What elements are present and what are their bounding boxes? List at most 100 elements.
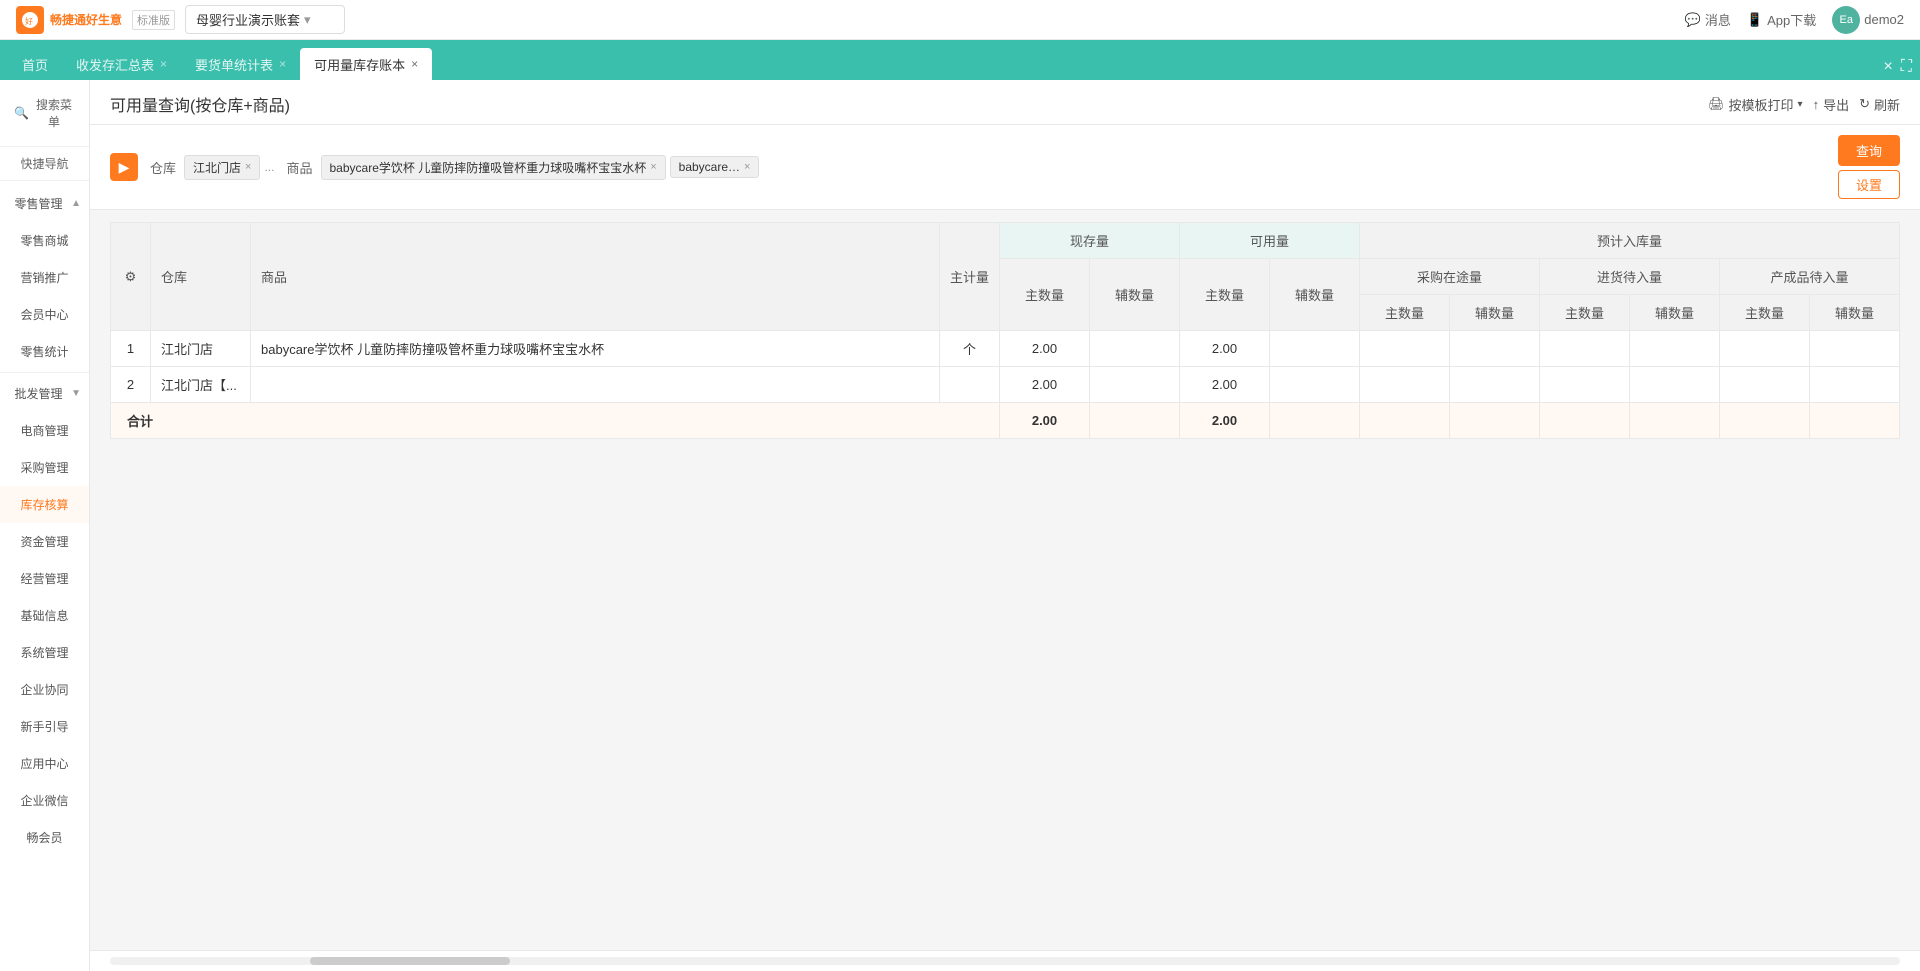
sidebar-item-operations[interactable]: 经营管理: [0, 560, 89, 597]
print-icon: 🖨: [1708, 96, 1725, 112]
data-table: ⚙ 仓库 商品 主计量 现存量 可用量 预计入库量 主数量 辅数量 主数量 辅数…: [110, 222, 1900, 439]
tenant-dropdown-icon: ▾: [304, 12, 311, 28]
th-available-group: 可用量: [1180, 223, 1360, 259]
th-stock-aux-qty: 辅数量: [1090, 259, 1180, 331]
sidebar-item-app-center-label: 应用中心: [8, 755, 81, 772]
row-2-pt-main: [1360, 367, 1450, 403]
sidebar-item-ecommerce[interactable]: 电商管理: [0, 412, 89, 449]
row-2-pt-aux: [1450, 367, 1540, 403]
row-1-product: babycare学饮杯 儿童防摔防撞吸管杯重力球吸嘴杯宝宝水杯: [251, 331, 940, 367]
sidebar-item-ecommerce-label: 电商管理: [8, 422, 81, 439]
sidebar-item-app-center[interactable]: 应用中心: [0, 745, 89, 782]
warehouse-tag[interactable]: 江北门店 ×: [184, 155, 260, 180]
th-product: 商品: [251, 223, 940, 331]
tabs-close-all-btn[interactable]: ×: [1883, 58, 1892, 76]
row-1-unit: 个: [939, 331, 999, 367]
th-available-main-qty: 主数量: [1180, 259, 1270, 331]
th-purchase-transit-main: 主数量: [1360, 295, 1450, 331]
summary-pp-aux: [1810, 403, 1900, 439]
row-2-stock-main: 2.00: [1000, 367, 1090, 403]
sidebar-item-retail-mgmt-label: 零售管理: [8, 195, 69, 212]
tab-receive-summary-close[interactable]: ×: [160, 57, 167, 71]
sidebar-item-new-guide[interactable]: 新手引导: [0, 708, 89, 745]
export-icon: ↑: [1813, 97, 1820, 112]
template-print-btn[interactable]: 🖨 按模板打印 ▾: [1708, 95, 1803, 114]
refresh-label: 刷新: [1874, 95, 1900, 114]
th-purchase-transit-aux: 辅数量: [1450, 295, 1540, 331]
th-settings: ⚙: [111, 223, 151, 331]
tenant-selector[interactable]: 母婴行业演示账套 ▾: [185, 5, 345, 34]
table-row: 2 江北门店【... 2.00 2.00: [111, 367, 1900, 403]
nav-tabs: 首页 收发存汇总表 × 要货单统计表 × 可用量库存账本 × × ⛶: [0, 40, 1920, 80]
row-1-warehouse: 江北门店: [151, 331, 251, 367]
user-menu[interactable]: Ea demo2: [1832, 6, 1904, 34]
sidebar-item-basic-info[interactable]: 基础信息: [0, 597, 89, 634]
sidebar-item-retail-mall[interactable]: 零售商城: [0, 222, 89, 259]
tab-order-stats-close[interactable]: ×: [279, 57, 286, 71]
warehouse-filter-more[interactable]: ...: [264, 160, 274, 174]
summary-ip-main: [1540, 403, 1630, 439]
row-2-index: 2: [111, 367, 151, 403]
tabs-expand-btn[interactable]: ⛶: [1901, 58, 1912, 76]
th-inbound-pending-main: 主数量: [1540, 295, 1630, 331]
sidebar-item-enterprise-coop[interactable]: 企业协同: [0, 671, 89, 708]
tab-receive-summary[interactable]: 收发存汇总表 ×: [62, 48, 181, 80]
row-1-pt-aux: [1450, 331, 1540, 367]
query-btn[interactable]: 查询: [1838, 135, 1900, 166]
svg-text:好: 好: [25, 16, 33, 26]
top-bar-left: 好 畅捷通好生意 标准版 母婴行业演示账套 ▾: [16, 5, 345, 34]
search-icon: 🔍: [14, 106, 29, 120]
product-filter-label: 商品: [286, 158, 312, 177]
logo-text: 畅捷通好生意: [50, 11, 122, 28]
tab-available-stock[interactable]: 可用量库存账本 ×: [300, 48, 432, 80]
message-btn[interactable]: 💬 消息: [1685, 10, 1731, 29]
sidebar-item-retail-stats[interactable]: 零售统计: [0, 333, 89, 370]
message-icon: 💬: [1685, 12, 1701, 28]
sidebar-item-inventory[interactable]: 库存核算: [0, 486, 89, 523]
row-1-stock-main: 2.00: [1000, 331, 1090, 367]
product-tag-1[interactable]: babycare学饮杯 儿童防摔防撞吸管杯重力球吸嘴杯宝宝水杯 ×: [321, 155, 666, 180]
product-tag-2[interactable]: babycare… ×: [670, 156, 760, 178]
sidebar-item-retail-mgmt[interactable]: 零售管理 ▲: [0, 185, 89, 222]
row-1-ip-aux: [1630, 331, 1720, 367]
expand-icon-2: ▼: [71, 388, 81, 399]
th-stock-group: 现存量: [1000, 223, 1180, 259]
sidebar-item-enterprise-wechat[interactable]: 企业微信: [0, 782, 89, 819]
sidebar-item-enterprise-coop-label: 企业协同: [8, 681, 81, 698]
sidebar-item-purchase[interactable]: 采购管理: [0, 449, 89, 486]
export-btn[interactable]: ↑ 导出: [1813, 95, 1850, 114]
warehouse-tag-value: 江北门店: [193, 159, 241, 176]
th-planned-inbound-group: 预计入库量: [1360, 223, 1900, 259]
sidebar-quick-nav[interactable]: 快捷导航: [0, 147, 89, 181]
filter-actions: 查询 设置: [1838, 135, 1900, 199]
sidebar-divider-1: [0, 372, 89, 373]
message-label: 消息: [1705, 10, 1731, 29]
product-tag-2-close[interactable]: ×: [744, 161, 750, 173]
sidebar-item-marketing[interactable]: 营销推广: [0, 259, 89, 296]
filter-expand-btn[interactable]: ▶: [110, 153, 138, 181]
scroll-bar[interactable]: [110, 957, 1900, 965]
th-production-pending-main: 主数量: [1720, 295, 1810, 331]
row-1-index: 1: [111, 331, 151, 367]
sidebar-item-member[interactable]: 会员中心: [0, 296, 89, 333]
product-tag-1-close[interactable]: ×: [650, 161, 656, 173]
refresh-btn[interactable]: ↻ 刷新: [1859, 95, 1900, 114]
sidebar-search-btn[interactable]: 🔍 搜索菜单: [8, 90, 81, 136]
tab-home[interactable]: 首页: [8, 48, 62, 80]
scroll-thumb[interactable]: [310, 957, 510, 965]
app-download-btn[interactable]: 📱 App下载: [1747, 10, 1816, 29]
settings-btn[interactable]: 设置: [1838, 170, 1900, 199]
warehouse-tag-close[interactable]: ×: [245, 161, 251, 173]
export-label: 导出: [1823, 95, 1849, 114]
template-print-label: 按模板打印: [1729, 95, 1794, 114]
tab-available-stock-close[interactable]: ×: [411, 57, 418, 71]
row-1-pp-aux: [1810, 331, 1900, 367]
sidebar-item-finance[interactable]: 资金管理: [0, 523, 89, 560]
summary-stock-aux: [1090, 403, 1180, 439]
top-bar: 好 畅捷通好生意 标准版 母婴行业演示账套 ▾ 💬 消息 📱 App下载 Ea …: [0, 0, 1920, 40]
tab-order-stats[interactable]: 要货单统计表 ×: [181, 48, 300, 80]
sidebar-item-member-vip[interactable]: 畅会员: [0, 819, 89, 856]
sidebar-item-wholesale[interactable]: 批发管理 ▼: [0, 375, 89, 412]
summary-label: 合计: [111, 403, 1000, 439]
sidebar-item-system[interactable]: 系统管理: [0, 634, 89, 671]
